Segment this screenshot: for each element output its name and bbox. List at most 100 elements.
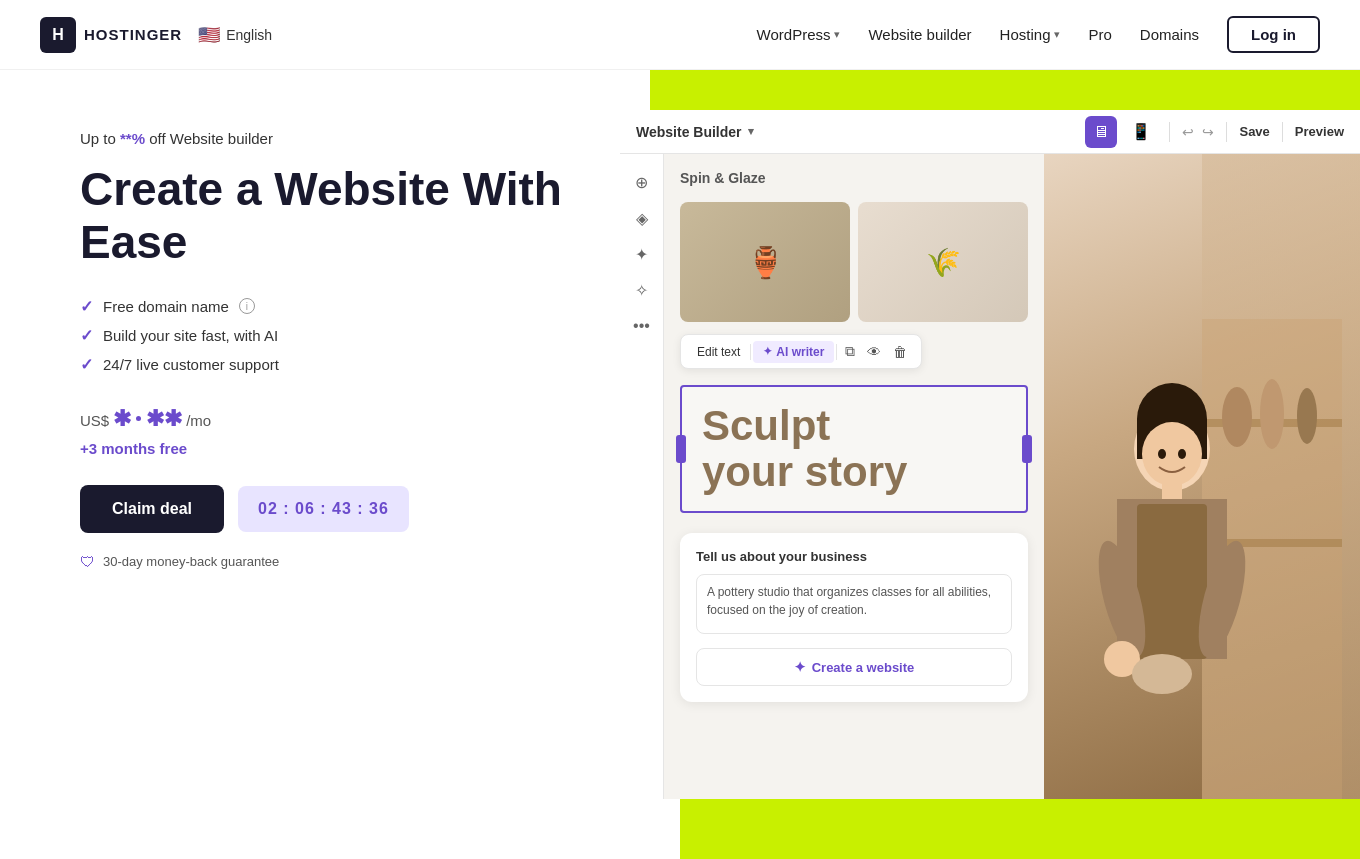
resize-handle-right[interactable] [1022,435,1032,463]
sculpt-headline: Sculpt your story [702,403,1006,495]
claim-deal-button[interactable]: Claim deal [80,485,224,533]
pottery-images: 🏺 🌾 [680,202,1028,322]
pottery-image-2: 🌾 [858,202,1028,322]
feature-ai: ✓ Build your site fast, with AI [80,326,580,345]
offer-highlight: **% [120,130,145,147]
feature-support: ✓ 24/7 live customer support [80,355,580,374]
preview-button[interactable]: Preview [1295,124,1344,139]
pottery-image-1: 🏺 [680,202,850,322]
svg-point-17 [1132,654,1192,694]
toolbar-divider [750,344,751,360]
guarantee-text: 🛡 30-day money-back guarantee [80,553,580,570]
navbar: H HOSTINGER 🇺🇸 English WordPress ▾ Websi… [0,0,1360,70]
toolbar-icons: 🖥 📱 ↩ ↪ Save Preview [1085,116,1344,148]
check-icon: ✓ [80,297,93,316]
svg-point-5 [1297,388,1317,444]
price-area: US$ ✱ ✱✱ /mo [80,406,580,432]
chevron-down-icon: ▾ [834,28,840,41]
mobile-view-icon[interactable]: 📱 [1125,116,1157,148]
redo-icon[interactable]: ↪ [1202,124,1214,140]
chevron-down-icon: ▾ [1054,28,1060,41]
check-icon: ✓ [80,326,93,345]
hero-section: Up to **% off Website builder Create a W… [0,70,1360,859]
desktop-view-icon[interactable]: 🖥 [1085,116,1117,148]
nav-domains[interactable]: Domains [1140,26,1199,43]
text-edit-toolbar: Edit text ✦ AI writer ⧉ 👁 🗑 [680,334,922,369]
svg-point-18 [1158,449,1166,459]
builder-canvas: Spin & Glaze 🏺 🌾 Edit text [664,154,1360,799]
green-accent-bottom [680,799,1360,859]
hero-title: Create a Website With Ease [80,163,580,269]
nav-website-builder[interactable]: Website builder [868,26,971,43]
more-options-icon[interactable]: ••• [626,310,658,342]
logo-icon: H [40,17,76,53]
site-brand-name: Spin & Glaze [680,170,1028,186]
language-label: English [226,27,272,43]
builder-preview: Website Builder ▾ 🖥 📱 ↩ ↪ Save Preview [620,70,1360,859]
delete-icon[interactable]: 🗑 [887,340,913,364]
currency-label: US$ [80,412,109,429]
edit-text-button[interactable]: Edit text [689,341,748,363]
person-silhouette [1044,154,1360,799]
toolbar-divider [1282,122,1283,142]
ai-writer-button[interactable]: ✦ AI writer [753,341,834,363]
svg-point-4 [1260,379,1284,449]
info-icon[interactable]: i [239,298,255,314]
login-button[interactable]: Log in [1227,16,1320,53]
price-value: ✱ ✱✱ [113,406,182,432]
toolbar-divider [1226,122,1227,142]
sparkle-icon: ✦ [794,659,806,675]
feature-domain: ✓ Free domain name i [80,297,580,316]
undo-icon[interactable]: ↩ [1182,124,1194,140]
builder-body: ⊕ ◈ ✦ ✧ ••• Spin & Glaze 🏺 🌾 [620,154,1360,799]
create-website-button[interactable]: ✦ Create a website [696,648,1012,686]
save-button[interactable]: Save [1239,124,1269,139]
copy-icon[interactable]: ⧉ [839,339,861,364]
builder-brand: Website Builder ▾ [636,124,754,140]
navbar-left: H HOSTINGER 🇺🇸 English [40,17,272,53]
nav-hosting[interactable]: Hosting ▾ [1000,26,1061,43]
free-months-badge: +3 months free [80,440,580,457]
builder-toolbar: Website Builder ▾ 🖥 📱 ↩ ↪ Save Preview [620,110,1360,154]
sculpt-text-block[interactable]: Sculpt your story [680,385,1028,513]
business-description-input[interactable] [696,574,1012,634]
ai-star-icon: ✦ [763,345,772,358]
svg-rect-13 [1137,504,1207,659]
ai-tool-icon[interactable]: ✦ [626,238,658,270]
main-nav: WordPress ▾ Website builder Hosting ▾ Pr… [757,16,1320,53]
flag-icon: 🇺🇸 [198,24,220,46]
shield-icon: 🛡 [80,553,95,570]
ai-business-panel: Tell us about your business ✦ Create a w… [680,533,1028,702]
hero-content: Up to **% off Website builder Create a W… [0,70,620,610]
canvas-content-left: Spin & Glaze 🏺 🌾 Edit text [664,154,1044,799]
eye-icon[interactable]: 👁 [861,340,887,364]
sparkle-icon[interactable]: ✧ [626,274,658,306]
nav-pro[interactable]: Pro [1088,26,1111,43]
language-selector[interactable]: 🇺🇸 English [198,24,272,46]
logo[interactable]: H HOSTINGER [40,17,182,53]
logo-text: HOSTINGER [84,26,182,43]
offer-tag: Up to **% off Website builder [80,130,580,147]
check-icon: ✓ [80,355,93,374]
cta-row: Claim deal 02 : 06 : 43 : 36 [80,485,580,533]
person-image [1044,154,1360,799]
svg-point-9 [1142,422,1202,486]
resize-handle-left[interactable] [676,435,686,463]
chevron-down-icon: ▾ [748,125,754,138]
canvas-inner: Spin & Glaze 🏺 🌾 Edit text [664,154,1360,799]
countdown-timer: 02 : 06 : 43 : 36 [238,486,409,532]
features-list: ✓ Free domain name i ✓ Build your site f… [80,297,580,374]
svg-point-19 [1178,449,1186,459]
person-svg [1062,319,1342,799]
builder-window: Website Builder ▾ 🖥 📱 ↩ ↪ Save Preview [620,110,1360,799]
green-accent-top [650,70,1360,110]
nav-wordpress[interactable]: WordPress ▾ [757,26,841,43]
builder-sidebar: ⊕ ◈ ✦ ✧ ••• [620,154,664,799]
ai-panel-title: Tell us about your business [696,549,1012,564]
add-section-icon[interactable]: ⊕ [626,166,658,198]
toolbar-divider [836,344,837,360]
layers-icon[interactable]: ◈ [626,202,658,234]
canvas-person-photo [1044,154,1360,799]
toolbar-divider [1169,122,1170,142]
svg-point-3 [1222,387,1252,447]
